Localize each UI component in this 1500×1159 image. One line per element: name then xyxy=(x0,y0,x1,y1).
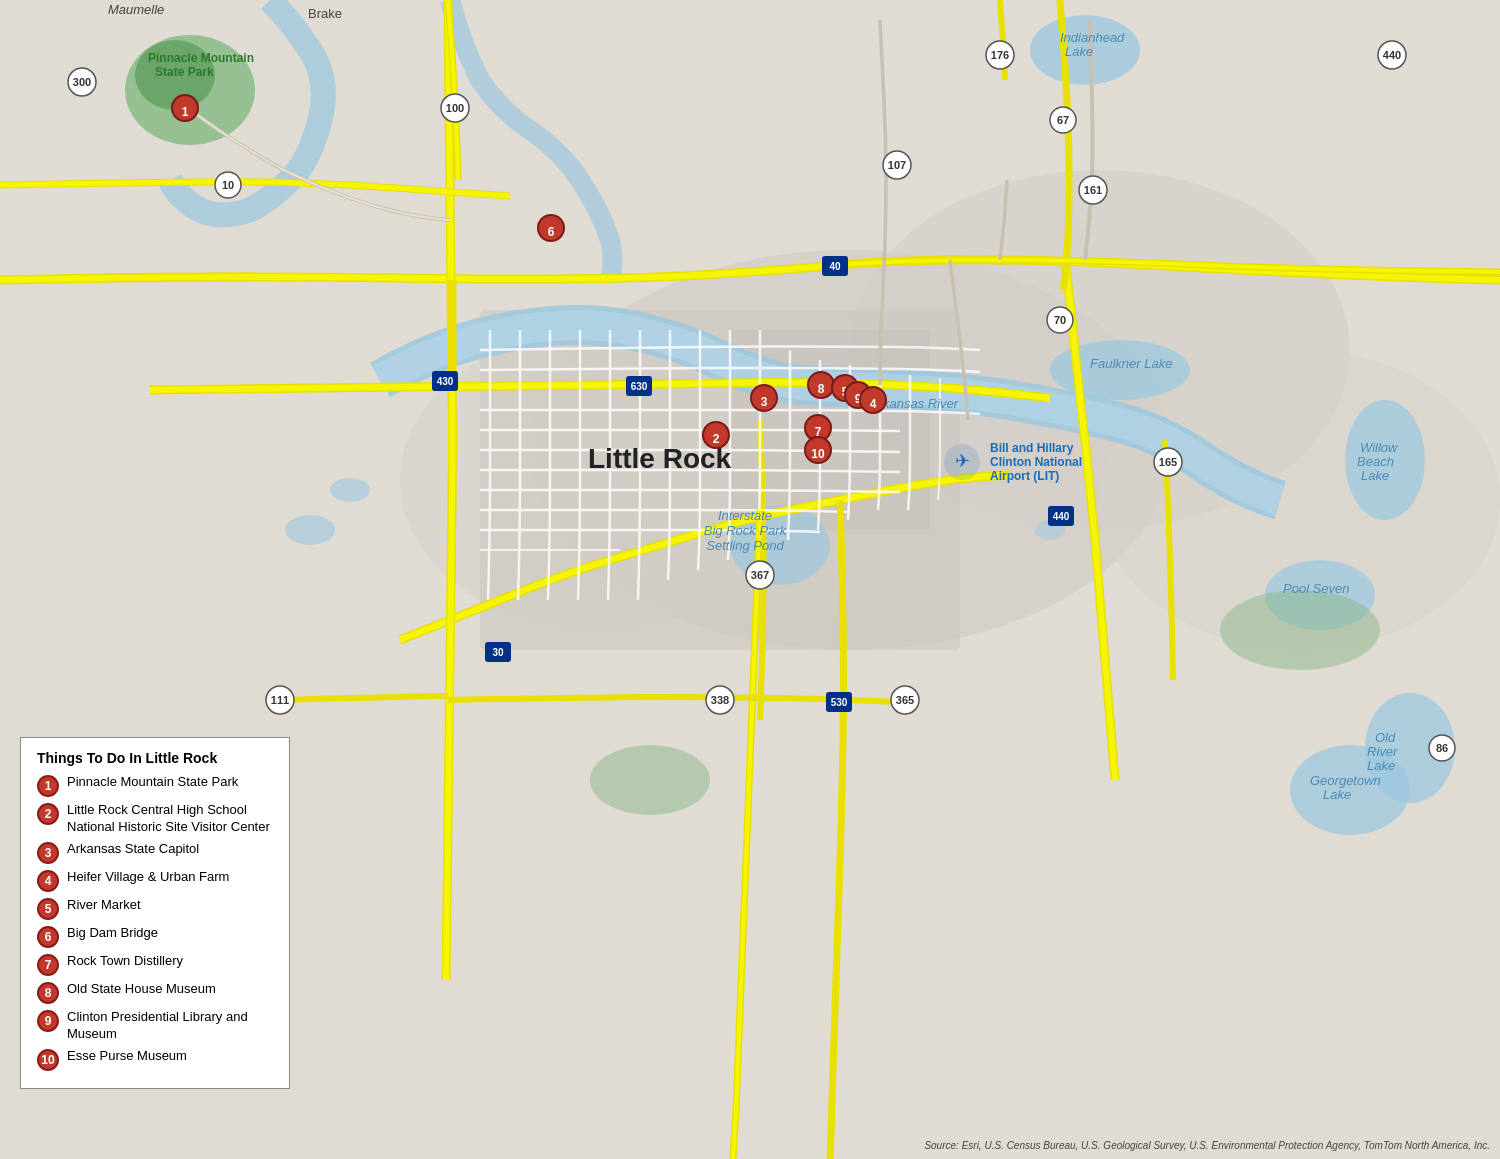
marker-label-8: 8 xyxy=(818,382,825,396)
legend-title: Things To Do In Little Rock xyxy=(37,750,273,766)
map-container: 40 630 430 30 440 530 300 100 10 xyxy=(0,0,1500,1159)
svg-text:86: 86 xyxy=(1436,742,1448,754)
legend-item: 3 Arkansas State Capitol xyxy=(37,841,273,864)
legend-text: Big Dam Bridge xyxy=(67,925,158,942)
legend-item: 10 Esse Purse Museum xyxy=(37,1048,273,1071)
legend-text: Clinton Presidential Library and Museum xyxy=(67,1009,273,1043)
legend-box: Things To Do In Little Rock 1 Pinnacle M… xyxy=(20,737,290,1089)
legend-item: 2 Little Rock Central High School Nation… xyxy=(37,802,273,836)
legend-badge: 5 xyxy=(37,898,59,920)
svg-point-14 xyxy=(285,515,335,545)
svg-text:430: 430 xyxy=(437,376,454,387)
legend-item: 8 Old State House Museum xyxy=(37,981,273,1004)
legend-item: 1 Pinnacle Mountain State Park xyxy=(37,774,273,797)
svg-point-15 xyxy=(330,478,370,502)
svg-text:365: 365 xyxy=(896,694,914,706)
svg-point-9 xyxy=(1345,400,1425,520)
svg-text:530: 530 xyxy=(831,697,848,708)
legend-text: River Market xyxy=(67,897,141,914)
marker-label-2: 2 xyxy=(713,432,720,446)
legend-item: 6 Big Dam Bridge xyxy=(37,925,273,948)
svg-text:67: 67 xyxy=(1057,114,1069,126)
legend-badge: 3 xyxy=(37,842,59,864)
legend-badge: 2 xyxy=(37,803,59,825)
svg-text:161: 161 xyxy=(1084,184,1102,196)
legend-badge: 1 xyxy=(37,775,59,797)
svg-text:70: 70 xyxy=(1054,314,1066,326)
legend-badge: 8 xyxy=(37,982,59,1004)
marker-label-3: 3 xyxy=(761,395,768,409)
legend-text: Rock Town Distillery xyxy=(67,953,183,970)
svg-text:440: 440 xyxy=(1053,511,1070,522)
legend-badge: 7 xyxy=(37,954,59,976)
legend-item: 9 Clinton Presidential Library and Museu… xyxy=(37,1009,273,1043)
legend-item: 4 Heifer Village & Urban Farm xyxy=(37,869,273,892)
legend-text: Esse Purse Museum xyxy=(67,1048,187,1065)
source-text: Source: Esri, U.S. Census Bureau, U.S. G… xyxy=(924,1140,1490,1151)
marker-label-4: 4 xyxy=(870,397,877,411)
svg-text:111: 111 xyxy=(271,694,289,706)
legend-text: Little Rock Central High School National… xyxy=(67,802,273,836)
svg-text:10: 10 xyxy=(222,179,234,191)
svg-text:100: 100 xyxy=(446,102,464,114)
airport-icon: ✈ xyxy=(955,451,970,471)
svg-text:367: 367 xyxy=(751,569,769,581)
svg-point-19 xyxy=(1220,590,1380,670)
legend-badge: 4 xyxy=(37,870,59,892)
legend-text: Pinnacle Mountain State Park xyxy=(67,774,238,791)
legend-item: 5 River Market xyxy=(37,897,273,920)
svg-text:30: 30 xyxy=(492,647,504,658)
svg-text:176: 176 xyxy=(991,49,1009,61)
marker-label-10: 10 xyxy=(811,447,825,461)
svg-point-20 xyxy=(590,745,710,815)
legend-text: Old State House Museum xyxy=(67,981,216,998)
svg-text:338: 338 xyxy=(711,694,729,706)
svg-text:107: 107 xyxy=(888,159,906,171)
svg-text:40: 40 xyxy=(829,261,841,272)
marker-label-6: 6 xyxy=(548,225,555,239)
legend-text: Heifer Village & Urban Farm xyxy=(67,869,229,886)
legend-item: 7 Rock Town Distillery xyxy=(37,953,273,976)
svg-point-7 xyxy=(1030,15,1140,85)
svg-text:440: 440 xyxy=(1383,49,1401,61)
svg-text:300: 300 xyxy=(73,76,91,88)
legend-badge: 6 xyxy=(37,926,59,948)
legend-badge: 9 xyxy=(37,1010,59,1032)
legend-badge: 10 xyxy=(37,1049,59,1071)
marker-label-1: 1 xyxy=(182,105,189,119)
svg-text:630: 630 xyxy=(631,381,648,392)
legend-text: Arkansas State Capitol xyxy=(67,841,199,858)
svg-text:165: 165 xyxy=(1159,456,1177,468)
